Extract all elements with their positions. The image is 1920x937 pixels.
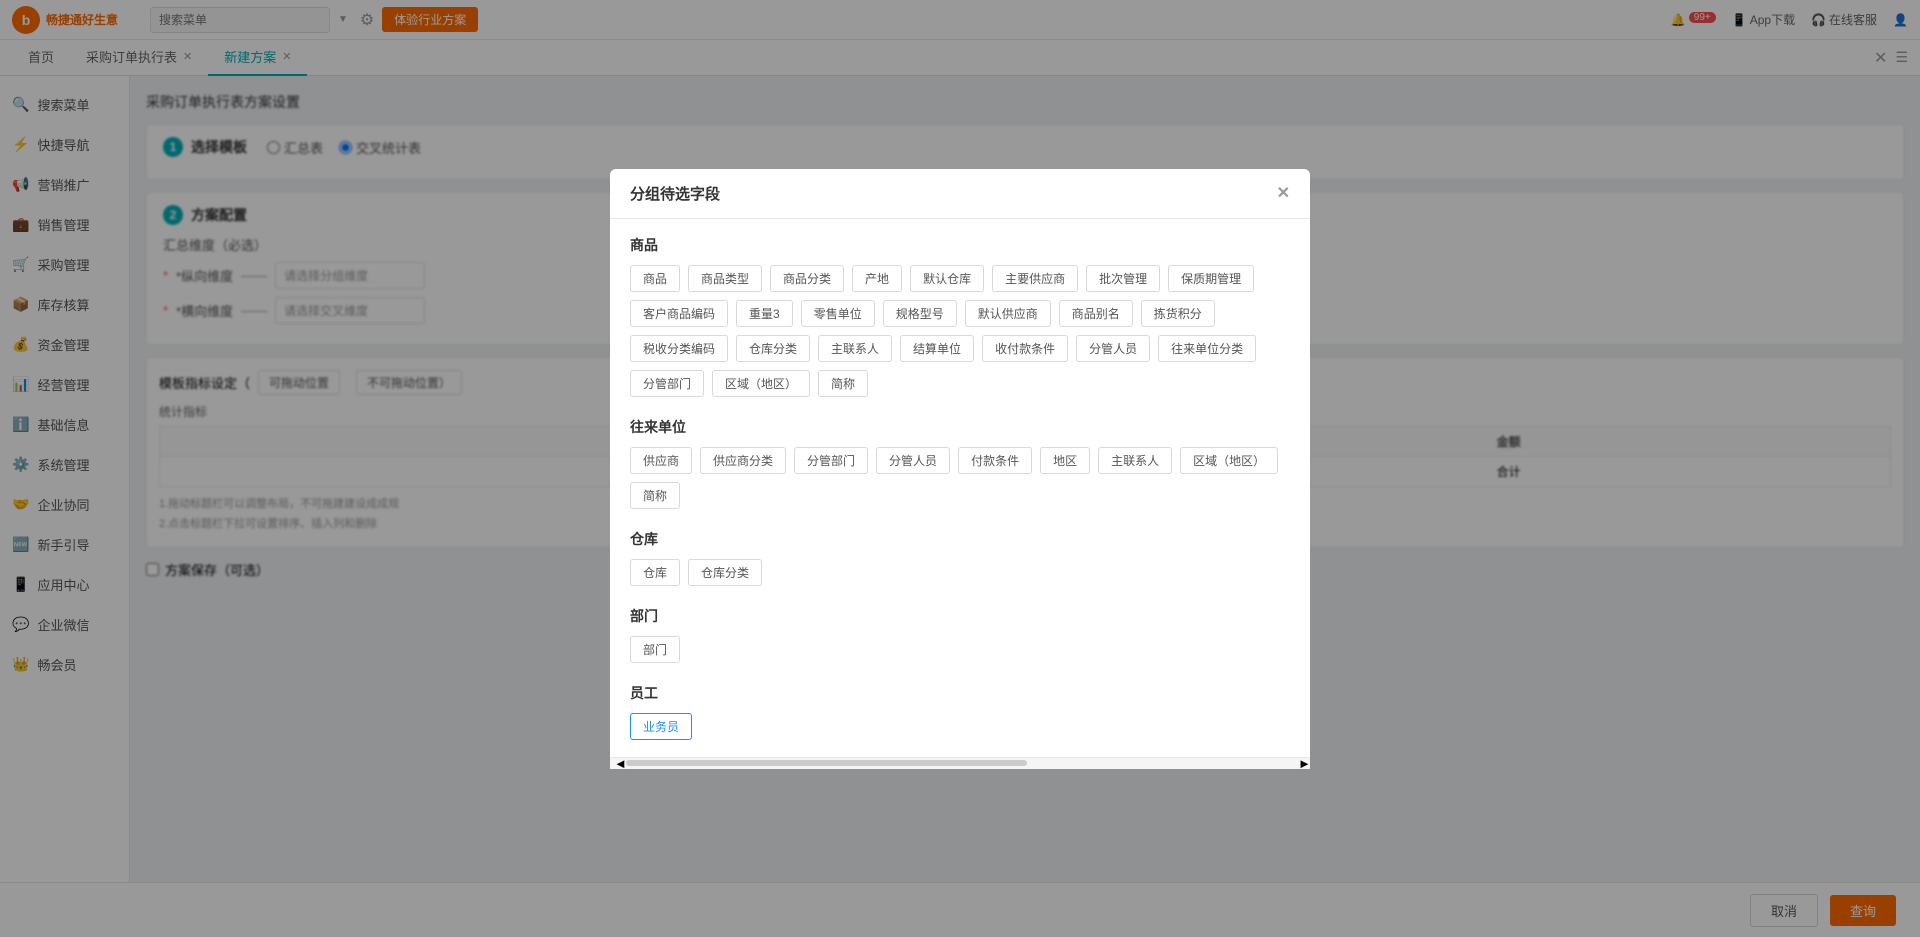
modal-overlay: 分组待选字段 ✕ 商品 商品 商品类型 商品分类 产地 默认仓库 主要供应商 批… (0, 0, 1920, 937)
field-tag[interactable]: 分管人员 (876, 447, 950, 474)
section-employee-title: 员工 (630, 683, 1290, 703)
field-tag[interactable]: 主联系人 (818, 335, 892, 362)
field-tag[interactable]: 拣货积分 (1141, 300, 1215, 327)
field-tag[interactable]: 供应商 (630, 447, 692, 474)
field-tag[interactable]: 主要供应商 (992, 265, 1078, 292)
section-product-tags: 商品 商品类型 商品分类 产地 默认仓库 主要供应商 批次管理 保质期管理 客户… (630, 265, 1290, 397)
field-tag[interactable]: 仓库分类 (736, 335, 810, 362)
section-department-tags: 部门 (630, 636, 1290, 663)
field-tag[interactable]: 仓库 (630, 559, 680, 586)
field-tag[interactable]: 仓库分类 (688, 559, 762, 586)
field-tag[interactable]: 简称 (818, 370, 868, 397)
section-department: 部门 部门 (630, 606, 1290, 663)
field-tag[interactable]: 商品 (630, 265, 680, 292)
section-product-title: 商品 (630, 235, 1290, 255)
section-product: 商品 商品 商品类型 商品分类 产地 默认仓库 主要供应商 批次管理 保质期管理… (630, 235, 1290, 397)
section-partner-tags: 供应商 供应商分类 分管部门 分管人员 付款条件 地区 主联系人 区域（地区） … (630, 447, 1290, 509)
section-department-title: 部门 (630, 606, 1290, 626)
modal-horizontal-scrollbar[interactable]: ◄ ► (610, 757, 1310, 769)
field-tag[interactable]: 商品别名 (1059, 300, 1133, 327)
section-warehouse-title: 仓库 (630, 529, 1290, 549)
field-tag-salesperson[interactable]: 业务员 (630, 713, 692, 740)
field-tag[interactable]: 分管人员 (1076, 335, 1150, 362)
field-tag[interactable]: 供应商分类 (700, 447, 786, 474)
modal-title: 分组待选字段 (630, 183, 720, 204)
field-tag[interactable]: 付款条件 (958, 447, 1032, 474)
field-tag[interactable]: 规格型号 (883, 300, 957, 327)
section-employee-tags: 业务员 (630, 713, 1290, 740)
field-tag[interactable]: 默认供应商 (965, 300, 1051, 327)
field-tag[interactable]: 零售单位 (801, 300, 875, 327)
field-tag[interactable]: 税收分类编码 (630, 335, 728, 362)
modal-header: 分组待选字段 ✕ (610, 169, 1310, 219)
field-tag[interactable]: 结算单位 (900, 335, 974, 362)
field-tag[interactable]: 分管部门 (630, 370, 704, 397)
field-tag[interactable]: 地区 (1040, 447, 1090, 474)
field-tag[interactable]: 区域（地区） (712, 370, 810, 397)
field-tag[interactable]: 往来单位分类 (1158, 335, 1256, 362)
field-tag[interactable]: 商品类型 (688, 265, 762, 292)
field-tag[interactable]: 客户商品编码 (630, 300, 728, 327)
section-employee: 员工 业务员 (630, 683, 1290, 740)
field-tag[interactable]: 批次管理 (1086, 265, 1160, 292)
field-tag[interactable]: 默认仓库 (910, 265, 984, 292)
field-selection-modal: 分组待选字段 ✕ 商品 商品 商品类型 商品分类 产地 默认仓库 主要供应商 批… (610, 169, 1310, 769)
field-tag[interactable]: 区域（地区） (1180, 447, 1278, 474)
section-partner: 往来单位 供应商 供应商分类 分管部门 分管人员 付款条件 地区 主联系人 区域… (630, 417, 1290, 509)
section-warehouse: 仓库 仓库 仓库分类 (630, 529, 1290, 586)
section-warehouse-tags: 仓库 仓库分类 (630, 559, 1290, 586)
hscroll-right-arrow: ► (1298, 756, 1306, 771)
field-tag[interactable]: 保质期管理 (1168, 265, 1254, 292)
field-tag[interactable]: 分管部门 (794, 447, 868, 474)
hscroll-left-arrow: ◄ (614, 756, 622, 771)
hscroll-thumb[interactable] (626, 760, 1027, 766)
field-tag[interactable]: 重量3 (736, 300, 793, 327)
section-partner-title: 往来单位 (630, 417, 1290, 437)
field-tag[interactable]: 部门 (630, 636, 680, 663)
field-tag[interactable]: 简称 (630, 482, 680, 509)
field-tag[interactable]: 商品分类 (770, 265, 844, 292)
modal-close-btn[interactable]: ✕ (1277, 183, 1290, 203)
field-tag[interactable]: 主联系人 (1098, 447, 1172, 474)
modal-body[interactable]: 商品 商品 商品类型 商品分类 产地 默认仓库 主要供应商 批次管理 保质期管理… (610, 219, 1310, 757)
field-tag[interactable]: 收付款条件 (982, 335, 1068, 362)
field-tag[interactable]: 产地 (852, 265, 902, 292)
